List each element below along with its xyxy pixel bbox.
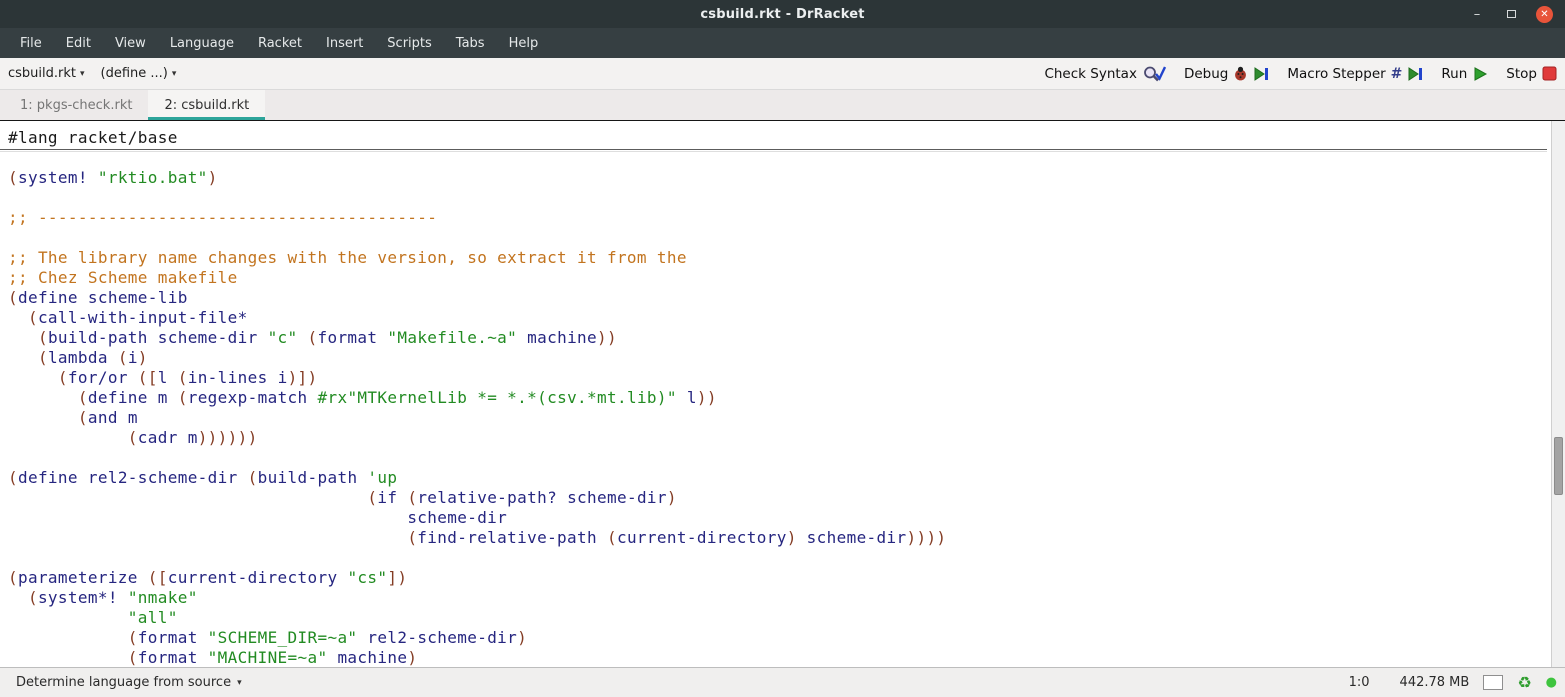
maximize-icon: [1507, 10, 1516, 18]
menu-help[interactable]: Help: [497, 31, 551, 56]
statusbar: Determine language from source ▾ 1:0 442…: [0, 667, 1565, 697]
language-selector-label: Determine language from source: [16, 675, 231, 690]
code-line: [8, 188, 1551, 208]
tab-csbuild[interactable]: 2: csbuild.rkt: [148, 90, 265, 120]
language-selector-button[interactable]: Determine language from source ▾: [8, 672, 250, 693]
stop-button[interactable]: Stop: [1506, 66, 1557, 82]
memory-limit-box[interactable]: [1483, 675, 1503, 690]
window-title: csbuild.rkt - DrRacket: [0, 7, 1565, 22]
code-line: (if (relative-path? scheme-dir): [8, 488, 1551, 508]
step-icon: [1407, 67, 1423, 81]
code-line: [8, 228, 1551, 248]
code-line: (system! "rktio.bat"): [8, 168, 1551, 188]
tabbar: 1: pkgs-check.rkt 2: csbuild.rkt: [0, 90, 1565, 121]
hash-icon: #: [1391, 66, 1403, 82]
maximize-button[interactable]: [1502, 5, 1520, 23]
definition-navigator-dropdown[interactable]: (define ...) ▾: [101, 66, 177, 81]
code-line: [8, 448, 1551, 468]
code-line: (find-relative-path (current-directory) …: [8, 528, 1551, 548]
code-line: ;; The library name changes with the ver…: [8, 248, 1551, 268]
code-line: "all": [8, 608, 1551, 628]
scrollbar-thumb[interactable]: [1554, 437, 1563, 495]
code-line: (format "SCHEME_DIR=~a" rel2-scheme-dir): [8, 628, 1551, 648]
code-line: ;; Chez Scheme makefile: [8, 268, 1551, 288]
window-controls: – ✕: [1468, 5, 1565, 23]
minimize-button[interactable]: –: [1468, 5, 1486, 23]
toolbar: csbuild.rkt ▾ (define ...) ▾ Check Synta…: [0, 58, 1565, 90]
chevron-down-icon: ▾: [172, 69, 177, 79]
code-line: (lambda (i): [8, 348, 1551, 368]
chevron-down-icon: ▾: [237, 678, 242, 688]
tab-label: 1: pkgs-check.rkt: [20, 98, 132, 113]
macro-stepper-label: Macro Stepper: [1287, 66, 1385, 82]
vertical-scrollbar[interactable]: [1551, 121, 1565, 667]
code-line: (parameterize ([current-directory "cs"]): [8, 568, 1551, 588]
code-line: (for/or ([l (in-lines i)]): [8, 368, 1551, 388]
check-syntax-button[interactable]: Check Syntax: [1044, 65, 1166, 83]
code-line: (define m (regexp-match #rx"MTKernelLib …: [8, 388, 1551, 408]
menu-edit[interactable]: Edit: [54, 31, 103, 56]
cursor-position: 1:0: [1349, 675, 1370, 690]
code-area[interactable]: #lang racket/base (system! "rktio.bat") …: [0, 121, 1551, 667]
code-line: (define scheme-lib: [8, 288, 1551, 308]
menubar: File Edit View Language Racket Insert Sc…: [0, 28, 1565, 58]
statusbar-right: 1:0 442.78 MB ♻ ●: [1349, 675, 1557, 691]
code-line: (system*! "nmake": [8, 588, 1551, 608]
code-line: (build-path scheme-dir "c" (format "Make…: [8, 328, 1551, 348]
code-line: (cadr m)))))): [8, 428, 1551, 448]
close-button[interactable]: ✕: [1536, 6, 1553, 23]
close-icon: ✕: [1540, 6, 1548, 23]
macro-stepper-button[interactable]: Macro Stepper #: [1287, 66, 1423, 82]
menu-view[interactable]: View: [103, 31, 158, 56]
menu-tabs[interactable]: Tabs: [444, 31, 497, 56]
tab-pkgs-check[interactable]: 1: pkgs-check.rkt: [4, 90, 148, 120]
definitions-pane: #lang racket/base (system! "rktio.bat") …: [0, 121, 1565, 667]
definitions-divider: [0, 149, 1547, 152]
tab-label: 2: csbuild.rkt: [164, 98, 249, 113]
menu-language[interactable]: Language: [158, 31, 246, 56]
chevron-down-icon: ▾: [80, 69, 85, 79]
run-play-icon: [1472, 66, 1488, 82]
code-line: (call-with-input-file*: [8, 308, 1551, 328]
filename-dropdown-label: csbuild.rkt: [8, 66, 76, 81]
menu-racket[interactable]: Racket: [246, 31, 314, 56]
code-line: ;; -------------------------------------…: [8, 208, 1551, 228]
drracket-window: csbuild.rkt - DrRacket – ✕ File Edit Vie…: [0, 0, 1565, 697]
code-line: scheme-dir: [8, 508, 1551, 528]
garbage-collect-icon[interactable]: ♻: [1517, 675, 1531, 691]
code-line: [8, 548, 1551, 568]
toolbar-right: Check Syntax Debug: [1044, 65, 1557, 83]
code-line: (format "MACHINE=~a" machine): [8, 648, 1551, 667]
menu-insert[interactable]: Insert: [314, 31, 375, 56]
menu-scripts[interactable]: Scripts: [375, 31, 443, 56]
menu-file[interactable]: File: [8, 31, 54, 56]
debug-button[interactable]: Debug: [1184, 66, 1269, 82]
stop-square-icon: [1542, 66, 1557, 81]
stop-label: Stop: [1506, 66, 1537, 82]
bug-icon: [1233, 66, 1248, 81]
titlebar: csbuild.rkt - DrRacket – ✕: [0, 0, 1565, 28]
toolbar-left: csbuild.rkt ▾ (define ...) ▾: [8, 66, 176, 81]
check-syntax-label: Check Syntax: [1044, 66, 1137, 82]
debug-label: Debug: [1184, 66, 1228, 82]
definition-navigator-label: (define ...): [101, 66, 168, 81]
status-indicator-icon: ●: [1546, 676, 1557, 689]
code-line: (define rel2-scheme-dir (build-path 'up: [8, 468, 1551, 488]
run-label: Run: [1441, 66, 1467, 82]
minimize-icon: –: [1474, 7, 1481, 22]
memory-usage: 442.78 MB: [1400, 675, 1470, 690]
filename-dropdown[interactable]: csbuild.rkt ▾: [8, 66, 85, 81]
code-line: (and m: [8, 408, 1551, 428]
code-line: #lang racket/base: [8, 128, 1551, 148]
magnifier-check-icon: [1142, 65, 1166, 83]
step-icon: [1253, 67, 1269, 81]
run-button[interactable]: Run: [1441, 66, 1488, 82]
